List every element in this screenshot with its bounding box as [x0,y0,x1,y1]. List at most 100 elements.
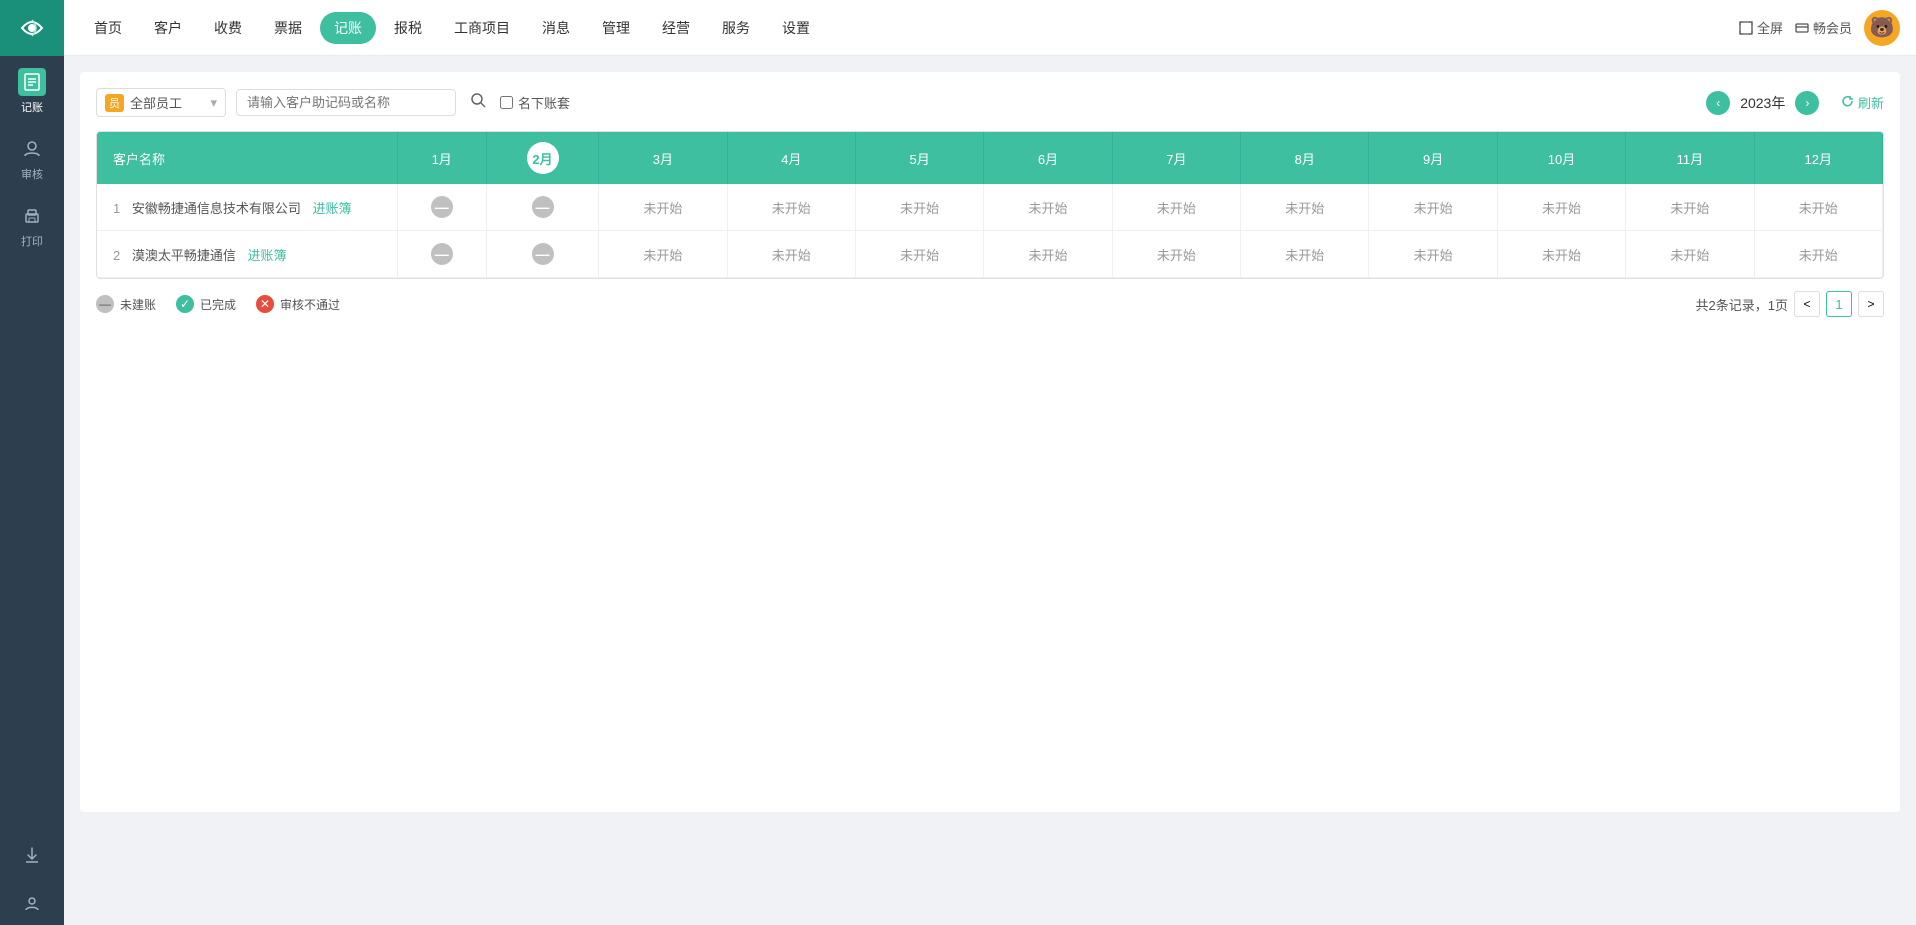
sidebar-item-download[interactable] [0,829,64,877]
search-input[interactable] [236,89,456,116]
not-started: 未开始 [772,248,811,263]
legend-not-created: — 未建账 [96,295,156,313]
next-year-btn[interactable]: › [1795,91,1819,115]
user-avatar[interactable]: 🐻 [1864,10,1900,46]
row1-customer: 1 安徽畅捷通信息技术有限公司 进账簿 [97,184,397,231]
row1-m12: 未开始 [1754,184,1882,231]
row1-m7: 未开始 [1112,184,1240,231]
current-page[interactable]: 1 [1826,291,1852,317]
status-dash: — [431,196,453,218]
sidebar-item-print[interactable]: 打印 [0,190,64,257]
row1-m4: 未开始 [727,184,855,231]
dropdown-icon: ▾ [210,95,217,111]
nav-accounting[interactable]: 记账 [320,12,376,44]
nav-customer[interactable]: 客户 [140,12,196,44]
row1-m10: 未开始 [1497,184,1625,231]
refresh-button[interactable]: 刷新 [1841,93,1884,112]
not-started: 未开始 [1157,201,1196,216]
row1-num: 1 [113,201,120,216]
not-started: 未开始 [1670,248,1709,263]
col-oct: 10月 [1497,132,1625,184]
vip-btn[interactable]: 畅会员 [1795,18,1852,37]
nav-message[interactable]: 消息 [528,12,584,44]
checkbox-label[interactable]: 名下账套 [500,93,570,112]
row1-link[interactable]: 进账簿 [313,201,352,216]
not-started: 未开始 [900,201,939,216]
legend-completed-label: 已完成 [200,296,236,313]
row2-link[interactable]: 进账簿 [248,248,287,263]
not-started: 未开始 [1414,248,1453,263]
pagination: 共2条记录，1页 < 1 > [1696,291,1884,317]
sidebar-item-print-label: 打印 [21,233,43,249]
row1-m5: 未开始 [855,184,983,231]
row1-m9: 未开始 [1369,184,1497,231]
nav-tax[interactable]: 报税 [380,12,436,44]
row2-m5: 未开始 [855,231,983,278]
ledger-table-wrap: 客户名称 1月 2月 3月 4月 5月 6月 7月 8月 9月 [96,131,1884,279]
status-dash: — [532,243,554,265]
vip-label: 畅会员 [1813,18,1852,37]
nav-settings[interactable]: 设置 [768,12,824,44]
status-dash: — [532,196,554,218]
prev-page-btn[interactable]: < [1794,291,1820,317]
nav-manage[interactable]: 管理 [588,12,644,44]
nav-home[interactable]: 首页 [80,12,136,44]
row1-name: 安徽畅捷通信息技术有限公司 [132,201,301,216]
main-area: 首页 客户 收费 票据 记账 报税 工商项目 消息 管理 经营 服务 设置 全屏 [64,0,1916,925]
table-row: 1 安徽畅捷通信息技术有限公司 进账簿 — — 未开始 未开始 未开始 未开始 … [97,184,1883,231]
status-dash: — [431,243,453,265]
app-logo[interactable] [0,0,64,56]
next-page-btn[interactable]: > [1858,291,1884,317]
ledger-icon [18,68,46,96]
employee-select[interactable]: 员 全部员工 ▾ [96,88,226,117]
table-row: 2 漠澳太平畅捷通信 进账簿 — — 未开始 未开始 未开始 未开始 未开始 未… [97,231,1883,278]
user2-icon [18,889,46,917]
row2-num: 2 [113,248,120,263]
fullscreen-btn[interactable]: 全屏 [1739,18,1783,37]
not-started: 未开始 [1028,248,1067,263]
search-button[interactable] [466,92,490,113]
row2-m3: 未开始 [599,231,727,278]
not-started: 未开始 [643,248,682,263]
col-feb: 2月 [486,132,598,184]
row2-m1: — [397,231,486,278]
sidebar-item-ledger[interactable]: 记账 [0,56,64,123]
sidebar-item-audit-label: 审核 [21,166,43,182]
year-nav: ‹ 2023年 › [1706,91,1819,115]
checkbox-text: 名下账套 [518,93,570,112]
legend-dot-gray: — [96,295,114,313]
row2-m8: 未开始 [1241,231,1369,278]
nav-billing[interactable]: 收费 [200,12,256,44]
row1-m2: — [486,184,598,231]
table-footer: — 未建账 ✓ 已完成 ✕ 审核不通过 共2条记录，1页 < 1 > [96,279,1884,317]
col-nov: 11月 [1626,132,1754,184]
row1-m1: — [397,184,486,231]
content-area: 员 全部员工 ▾ 名下账套 ‹ 2023年 [64,56,1916,925]
nav-business[interactable]: 工商项目 [440,12,524,44]
fullscreen-label: 全屏 [1757,18,1783,37]
year-label: 2023年 [1740,93,1785,113]
legend-not-created-label: 未建账 [120,296,156,313]
col-customer: 客户名称 [97,132,397,184]
not-started: 未开始 [1414,201,1453,216]
col-jan: 1月 [397,132,486,184]
row2-customer: 2 漠澳太平畅捷通信 进账簿 [97,231,397,278]
sidebar-item-audit[interactable]: 审核 [0,123,64,190]
row2-m10: 未开始 [1497,231,1625,278]
row1-m11: 未开始 [1626,184,1754,231]
nav-operation[interactable]: 经营 [648,12,704,44]
col-mar: 3月 [599,132,727,184]
not-started: 未开始 [1285,248,1324,263]
checkbox-mine[interactable] [500,96,513,109]
prev-year-btn[interactable]: ‹ [1706,91,1730,115]
main-card: 员 全部员工 ▾ 名下账套 ‹ 2023年 [80,72,1900,812]
nav-invoice[interactable]: 票据 [260,12,316,44]
current-month-badge: 2月 [527,142,559,174]
row2-m9: 未开始 [1369,231,1497,278]
not-started: 未开始 [1799,201,1838,216]
nav-service[interactable]: 服务 [708,12,764,44]
legend-dot-red: ✕ [256,295,274,313]
legend-completed: ✓ 已完成 [176,295,236,313]
col-jul: 7月 [1112,132,1240,184]
sidebar-item-user2[interactable] [0,877,64,925]
